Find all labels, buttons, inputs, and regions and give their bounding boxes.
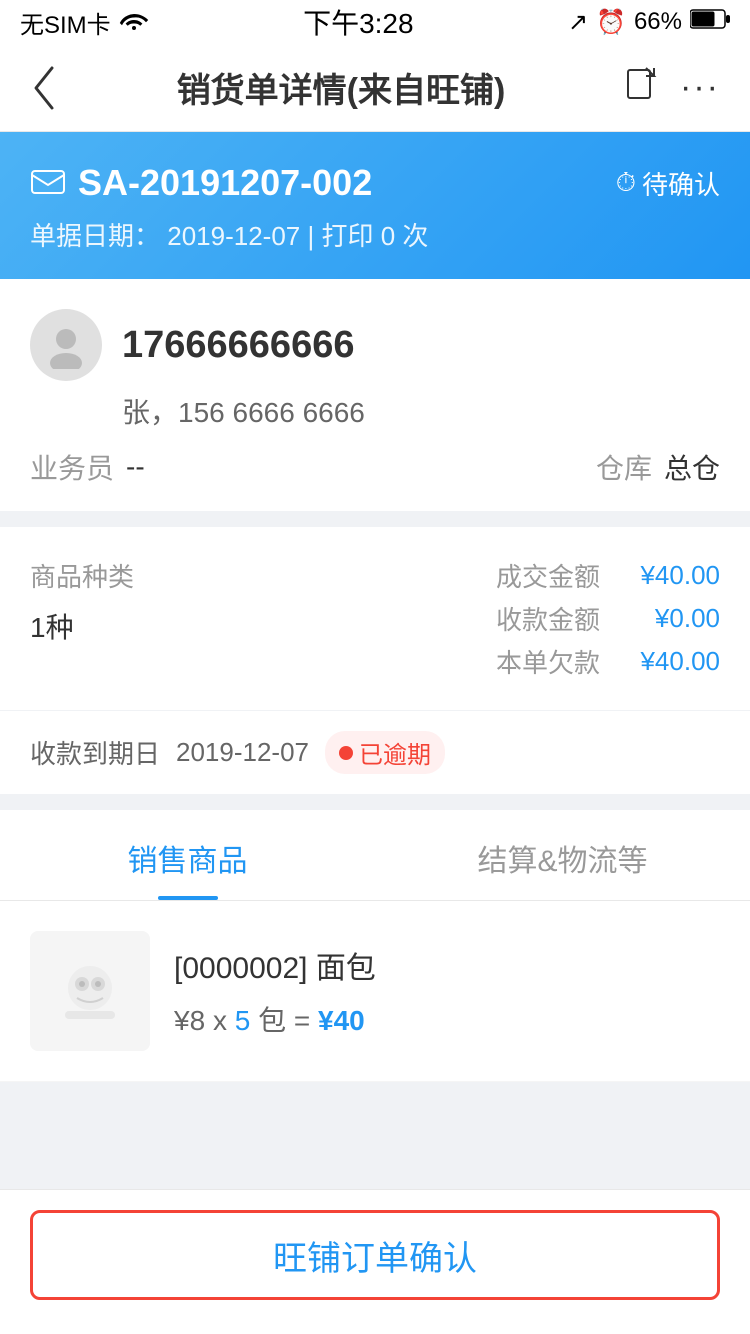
summary-label-1: 收款金额 [496,600,600,637]
battery-label: 66% [634,8,682,36]
product-name: [0000002] 面包 [174,943,720,987]
back-button[interactable] [30,64,58,112]
order-header: SA-20191207-002 ⏱ 待确认 单据日期： 2019-12-07 |… [0,132,750,279]
product-list: [0000002] 面包 ¥8 x 5 包 = ¥40 [0,901,750,1082]
share-icon[interactable] [624,66,660,109]
tabs-bar: 销售商品 结算&物流等 [0,810,750,901]
summary-left: 商品种类 1种 [30,557,134,646]
multiply-sign: x [213,1005,235,1036]
warehouse-label: 仓库 [596,447,652,487]
overdue-dot-icon [339,746,353,760]
due-date-row: 收款到期日 2019-12-07 已逾期 [0,710,750,794]
warehouse-value: 总仓 [664,447,720,487]
nav-actions: ··· [624,66,720,109]
carrier-label: 无SIM卡 [20,5,111,40]
location-icon: ↗ [568,8,588,37]
tab-label-0: 销售商品 [128,845,248,878]
divider-2 [0,794,750,810]
summary-row-1: 收款金额 ¥0.00 [496,600,720,637]
product-code: [0000002] [174,952,307,985]
summary-value-2: ¥40.00 [620,646,720,677]
status-clock-icon: ⏱ [616,167,636,199]
alarm-icon: ⏰ [596,8,626,37]
bottom-area: 旺铺订单确认 [0,1189,750,1334]
confirm-order-button[interactable]: 旺铺订单确认 [30,1210,720,1300]
more-icon[interactable]: ··· [680,68,720,107]
order-date-line: 单据日期： 2019-12-07 | 打印 0 次 [30,216,720,253]
customer-card: 17666666666 张，156 6666 6666 业务员 -- 仓库 总仓 [0,279,750,511]
salesman-label: 业务员 [30,447,114,487]
status-bar: 无SIM卡 下午3:28 ↗ ⏰ 66% [0,0,750,44]
status-text: 待确认 [642,165,720,202]
print-count: 0 [381,221,395,251]
type-value: 1种 [30,606,134,646]
order-status: ⏱ 待确认 [616,165,720,202]
summary-label-2: 本单欠款 [496,643,600,680]
order-id-row: SA-20191207-002 [30,162,372,204]
summary-value-1: ¥0.00 [620,603,720,634]
overdue-text: 已逾期 [359,735,431,770]
customer-name: 张，156 6666 6666 [30,391,720,431]
print-suffix: 次 [402,221,428,251]
nav-bar: 销货单详情(来自旺铺) ··· [0,44,750,132]
product-price-line: ¥8 x 5 包 = ¥40 [174,999,720,1039]
equals-sign: = [294,1005,318,1036]
confirm-order-label: 旺铺订单确认 [273,1231,477,1280]
product-unit-price: ¥8 [174,1005,205,1036]
summary-card: 商品种类 1种 成交金额 ¥40.00 收款金额 ¥0.00 本单欠款 ¥40.… [0,527,750,710]
product-title: 面包 [316,952,376,985]
product-info: [0000002] 面包 ¥8 x 5 包 = ¥40 [174,943,720,1039]
product-unit: 包 [258,1005,286,1036]
page-title: 销货单详情(来自旺铺) [177,63,506,112]
status-right: ↗ ⏰ 66% [568,8,730,37]
product-qty: 5 [235,1005,251,1036]
wifi-icon [119,8,149,37]
due-date-label: 收款到期日 [30,734,160,771]
summary-row-2: 本单欠款 ¥40.00 [496,643,720,680]
warehouse-item: 仓库 总仓 [596,447,720,487]
date-label: 单据日期： [30,221,160,251]
salesman-item: 业务员 -- [30,447,145,487]
product-thumbnail [30,931,150,1051]
summary-right: 成交金额 ¥40.00 收款金额 ¥0.00 本单欠款 ¥40.00 [496,557,720,680]
tab-label-1: 结算&物流等 [477,845,647,878]
status-time: 下午3:28 [303,2,414,42]
summary-value-0: ¥40.00 [620,560,720,591]
table-row: [0000002] 面包 ¥8 x 5 包 = ¥40 [0,901,750,1082]
type-label: 商品种类 [30,557,134,594]
print-label: | 打印 [307,221,380,251]
overdue-badge: 已逾期 [325,731,445,774]
salesman-value: -- [126,451,145,483]
due-date-value: 2019-12-07 [176,737,309,768]
customer-meta: 业务员 -- 仓库 总仓 [30,447,720,487]
order-icon [30,162,66,204]
tab-settlement[interactable]: 结算&物流等 [375,810,750,900]
order-date-value: 2019-12-07 [167,221,300,251]
product-total: ¥40 [318,1005,365,1036]
customer-phone: 17666666666 [122,324,354,367]
status-left: 无SIM卡 [20,5,149,40]
order-id-text: SA-20191207-002 [78,162,372,204]
summary-row-0: 成交金额 ¥40.00 [496,557,720,594]
divider-1 [0,511,750,527]
avatar [30,309,102,381]
battery-icon [690,8,730,37]
tab-sales-products[interactable]: 销售商品 [0,810,375,900]
summary-label-0: 成交金额 [496,557,600,594]
